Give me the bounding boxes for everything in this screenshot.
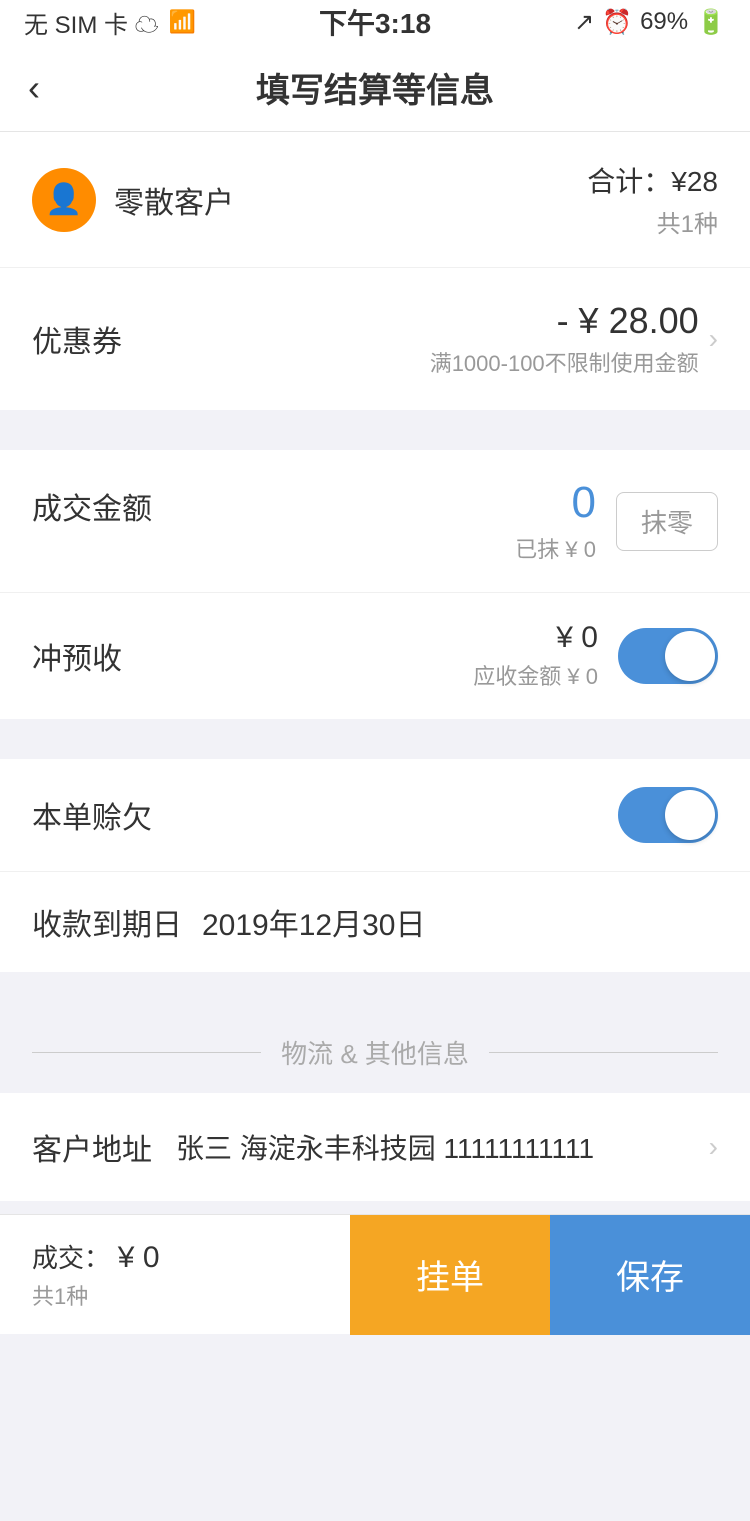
section-divider-2 [0, 739, 750, 759]
bottom-total-label: 成交： [32, 1243, 110, 1273]
status-time: 下午3:18 [319, 2, 431, 42]
location-icon: ↗ [574, 8, 594, 37]
debt-toggle[interactable] [618, 787, 718, 843]
customer-left: 👤 零散客户 [32, 168, 234, 232]
coupon-row[interactable]: 优惠券 - ¥ 28.00 满1000-100不限制使用金额 › [0, 268, 750, 410]
advance-right: ¥ 0 应收金额 ¥ 0 [473, 621, 718, 691]
advance-value: ¥ 0 [473, 621, 598, 655]
coupon-desc: 满1000-100不限制使用金额 [430, 346, 699, 378]
back-button[interactable]: ‹ [28, 67, 40, 109]
save-button[interactable]: 保存 [550, 1215, 750, 1335]
logistics-header: 物流 & 其他信息 [0, 1012, 750, 1093]
customer-count: 共1种 [587, 204, 718, 239]
logistics-line-right [489, 1052, 718, 1053]
sim-label: 无 SIM 卡 ☁ [24, 5, 159, 40]
avatar-icon: 👤 [45, 182, 82, 217]
round-zero-button[interactable]: 抹零 [616, 492, 718, 551]
transaction-value[interactable]: 0 [515, 478, 596, 528]
address-row[interactable]: 客户地址 张三 海淀永丰科技园 11111111111 › [0, 1093, 750, 1201]
section-divider-1 [0, 430, 750, 450]
address-value: 张三 海淀永丰科技园 11111111111 [176, 1127, 709, 1167]
status-right: ↗ ⏰ 69% 🔋 [574, 8, 726, 37]
debt-toggle-knob [665, 790, 715, 840]
customer-right: 合计：¥28 共1种 [587, 160, 718, 239]
customer-total: 合计：¥28 [587, 160, 718, 200]
transaction-sub: 已抹 ¥ 0 [515, 532, 596, 564]
nav-bar: ‹ 填写结算等信息 [0, 44, 750, 132]
form-section-1: 成交金额 0 已抹 ¥ 0 抹零 冲预收 ¥ 0 应收金额 ¥ 0 [0, 450, 750, 719]
debt-section: 本单赊欠 收款到期日 2019年12月30日 [0, 759, 750, 972]
customer-section: 👤 零散客户 合计：¥28 共1种 优惠券 - ¥ 28.00 满1000-10… [0, 132, 750, 410]
transaction-value-area: 0 已抹 ¥ 0 [515, 478, 596, 564]
due-date-label: 收款到期日 [32, 900, 182, 944]
logistics-label: 物流 & 其他信息 [281, 1034, 469, 1071]
bottom-count: 共1种 [32, 1279, 350, 1311]
advance-sub: 应收金额 ¥ 0 [473, 659, 598, 691]
advance-label: 冲预收 [32, 634, 122, 678]
alarm-icon: ⏰ [602, 8, 632, 37]
advance-toggle[interactable] [618, 628, 718, 684]
coupon-value-area: - ¥ 28.00 满1000-100不限制使用金额 [430, 300, 699, 378]
advance-row: 冲预收 ¥ 0 应收金额 ¥ 0 [0, 593, 750, 719]
coupon-right: - ¥ 28.00 满1000-100不限制使用金额 › [430, 300, 718, 378]
wifi-icon: 📶 [169, 9, 196, 35]
due-date-row[interactable]: 收款到期日 2019年12月30日 [0, 872, 750, 972]
debt-row: 本单赊欠 [0, 759, 750, 872]
bottom-info: 成交： ¥ 0 共1种 [0, 1238, 350, 1311]
battery-label: 69% [640, 8, 688, 36]
debt-label: 本单赊欠 [32, 793, 152, 837]
address-label: 客户地址 [32, 1125, 152, 1169]
due-date-value: 2019年12月30日 [202, 900, 425, 944]
hold-order-label: 挂单 [416, 1250, 484, 1299]
page-title: 填写结算等信息 [256, 63, 494, 112]
advance-toggle-knob [665, 631, 715, 681]
address-chevron-icon: › [709, 1131, 718, 1163]
coupon-label: 优惠券 [32, 317, 122, 361]
logistics-section: 物流 & 其他信息 客户地址 张三 海淀永丰科技园 11111111111 › [0, 1012, 750, 1201]
section-divider-3 [0, 992, 750, 1012]
bottom-total-row: 成交： ¥ 0 [32, 1238, 350, 1275]
battery-icon: 🔋 [696, 8, 726, 37]
customer-name: 零散客户 [114, 178, 234, 222]
status-bar: 无 SIM 卡 ☁ 📶 下午3:18 ↗ ⏰ 69% 🔋 [0, 0, 750, 44]
transaction-right: 0 已抹 ¥ 0 抹零 [515, 478, 718, 564]
status-left: 无 SIM 卡 ☁ 📶 [24, 5, 196, 40]
coupon-amount: - ¥ 28.00 [430, 300, 699, 342]
save-label: 保存 [616, 1250, 684, 1299]
bottom-bar: 成交： ¥ 0 共1种 挂单 保存 [0, 1214, 750, 1334]
logistics-line-left [32, 1052, 261, 1053]
transaction-label: 成交金额 [32, 478, 152, 528]
customer-avatar: 👤 [32, 168, 96, 232]
transaction-row: 成交金额 0 已抹 ¥ 0 抹零 [0, 450, 750, 593]
chevron-right-icon: › [709, 323, 718, 355]
advance-value-area: ¥ 0 应收金额 ¥ 0 [473, 621, 598, 691]
customer-row[interactable]: 👤 零散客户 合计：¥28 共1种 [0, 132, 750, 268]
bottom-total-value: ¥ 0 [118, 1241, 160, 1274]
hold-order-button[interactable]: 挂单 [350, 1215, 550, 1335]
